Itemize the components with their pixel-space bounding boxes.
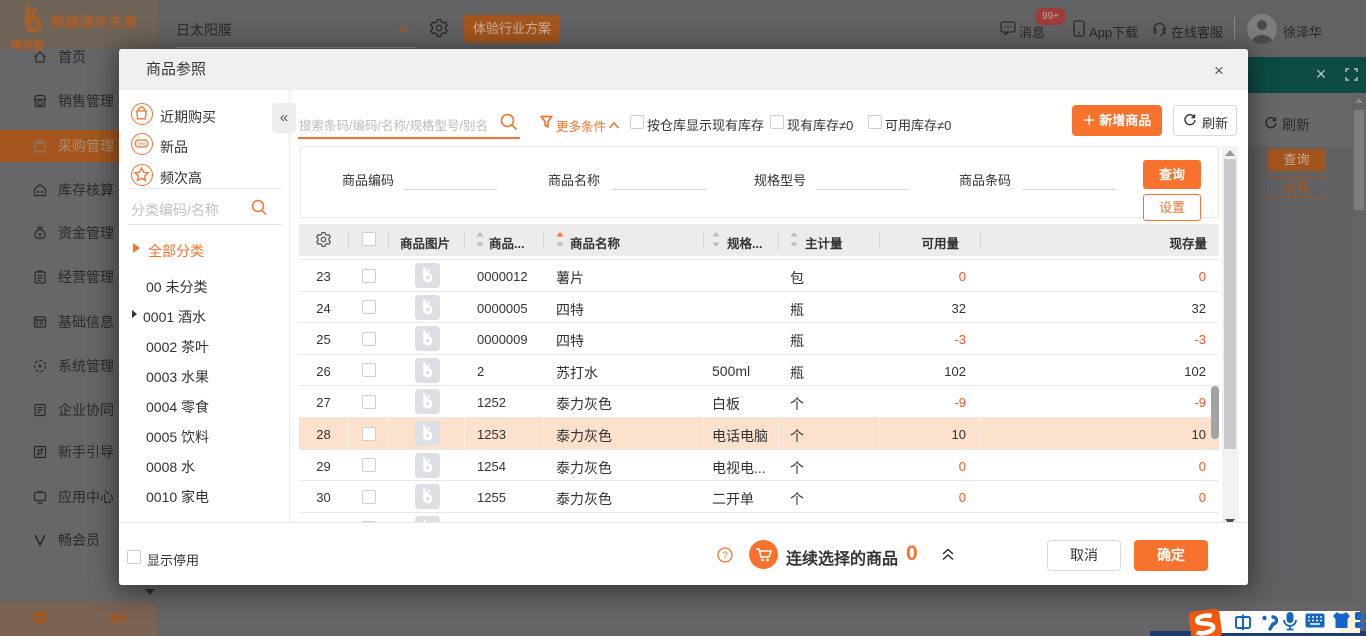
svg-text:?: ?	[722, 551, 728, 562]
svg-text:new: new	[137, 142, 147, 148]
